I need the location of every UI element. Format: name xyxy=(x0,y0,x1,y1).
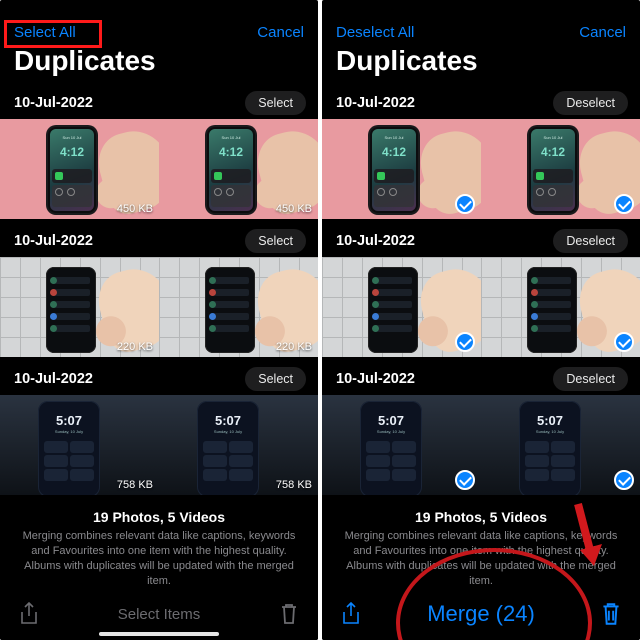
summary-count-label: 19 Photos, 5 Videos xyxy=(340,509,622,525)
photo-thumbnail[interactable]: Sun 10 Jul4:12 450 KB xyxy=(0,119,159,219)
group-date-label: 10-Jul-2022 xyxy=(336,371,415,387)
group-date-label: 10-Jul-2022 xyxy=(14,371,93,387)
selected-checkmark-icon xyxy=(455,194,475,214)
duplicate-group: 10-Jul-2022 Deselect xyxy=(322,223,640,361)
selected-checkmark-icon xyxy=(614,332,634,352)
share-icon xyxy=(18,601,40,627)
select-group-button[interactable]: Select xyxy=(245,91,306,115)
page-title: Duplicates xyxy=(322,45,640,85)
photo-thumbnail[interactable] xyxy=(322,257,481,357)
file-size-label: 758 KB xyxy=(117,479,153,491)
file-size-label: 758 KB xyxy=(276,479,312,491)
photo-thumbnail[interactable]: 5:07Sunday, 10 July xyxy=(481,395,640,495)
select-group-button[interactable]: Select xyxy=(245,229,306,253)
photo-thumbnail[interactable]: Sun 10 Jul4:12 xyxy=(481,119,640,219)
status-bar xyxy=(322,0,640,18)
group-date-label: 10-Jul-2022 xyxy=(336,233,415,249)
summary-description: Merging combines relevant data like capt… xyxy=(18,529,300,588)
cancel-button[interactable]: Cancel xyxy=(257,24,304,41)
group-date-label: 10-Jul-2022 xyxy=(14,233,93,249)
select-group-button[interactable]: Select xyxy=(245,367,306,391)
duplicate-group: 10-Jul-2022 Select 220 KB xyxy=(0,223,318,361)
file-size-label: 220 KB xyxy=(276,341,312,353)
file-size-label: 450 KB xyxy=(117,203,153,215)
deselect-group-button[interactable]: Deselect xyxy=(553,367,628,391)
group-date-label: 10-Jul-2022 xyxy=(14,95,93,111)
trash-icon[interactable] xyxy=(600,601,622,627)
duplicate-group: 10-Jul-2022 Deselect 5:07Sunday, 10 July… xyxy=(322,361,640,499)
selected-checkmark-icon xyxy=(455,332,475,352)
photo-thumbnail[interactable]: Sun 10 Jul4:12 xyxy=(322,119,481,219)
duplicate-group: 10-Jul-2022 Select 5:07Sunday, 10 July 7… xyxy=(0,361,318,499)
photo-thumbnail[interactable]: 220 KB xyxy=(0,257,159,357)
file-size-label: 220 KB xyxy=(117,341,153,353)
deselect-group-button[interactable]: Deselect xyxy=(553,91,628,115)
bottom-toolbar: Merge (24) xyxy=(322,588,640,640)
select-all-button[interactable]: Select All xyxy=(14,24,76,41)
photo-thumbnail[interactable]: Sun 10 Jul4:12 450 KB xyxy=(159,119,318,219)
share-icon[interactable] xyxy=(340,601,362,627)
selected-checkmark-icon xyxy=(614,194,634,214)
selected-checkmark-icon xyxy=(614,470,634,490)
summary-count-label: 19 Photos, 5 Videos xyxy=(18,509,300,525)
duplicate-group: 10-Jul-2022 Select Sun 10 Jul4:12 450 KB… xyxy=(0,85,318,223)
file-size-label: 450 KB xyxy=(276,203,312,215)
photo-thumbnail[interactable]: 220 KB xyxy=(159,257,318,357)
phone-screen-right: Deselect All Cancel Duplicates 10-Jul-20… xyxy=(322,0,640,640)
select-items-label: Select Items xyxy=(118,606,201,623)
deselect-group-button[interactable]: Deselect xyxy=(553,229,628,253)
photo-thumbnail[interactable]: 5:07Sunday, 10 July xyxy=(322,395,481,495)
summary-section: 19 Photos, 5 Videos Merging combines rel… xyxy=(0,499,318,594)
page-title: Duplicates xyxy=(0,45,318,85)
merge-button[interactable]: Merge (24) xyxy=(427,601,535,627)
photo-thumbnail[interactable]: 5:07Sunday, 10 July 758 KB xyxy=(0,395,159,495)
summary-description: Merging combines relevant data like capt… xyxy=(340,529,622,588)
selected-checkmark-icon xyxy=(455,470,475,490)
nav-bar: Deselect All Cancel xyxy=(322,18,640,45)
status-bar xyxy=(0,0,318,18)
phone-screen-left: Select All Cancel Duplicates 10-Jul-2022… xyxy=(0,0,318,640)
trash-icon xyxy=(278,601,300,627)
group-date-label: 10-Jul-2022 xyxy=(336,95,415,111)
cancel-button[interactable]: Cancel xyxy=(579,24,626,41)
photo-thumbnail[interactable] xyxy=(481,257,640,357)
home-indicator xyxy=(99,632,219,636)
photo-thumbnail[interactable]: 5:07Sunday, 10 July 758 KB xyxy=(159,395,318,495)
duplicate-group: 10-Jul-2022 Deselect Sun 10 Jul4:12 Sun … xyxy=(322,85,640,223)
nav-bar: Select All Cancel xyxy=(0,18,318,45)
deselect-all-button[interactable]: Deselect All xyxy=(336,24,414,41)
summary-section: 19 Photos, 5 Videos Merging combines rel… xyxy=(322,499,640,594)
